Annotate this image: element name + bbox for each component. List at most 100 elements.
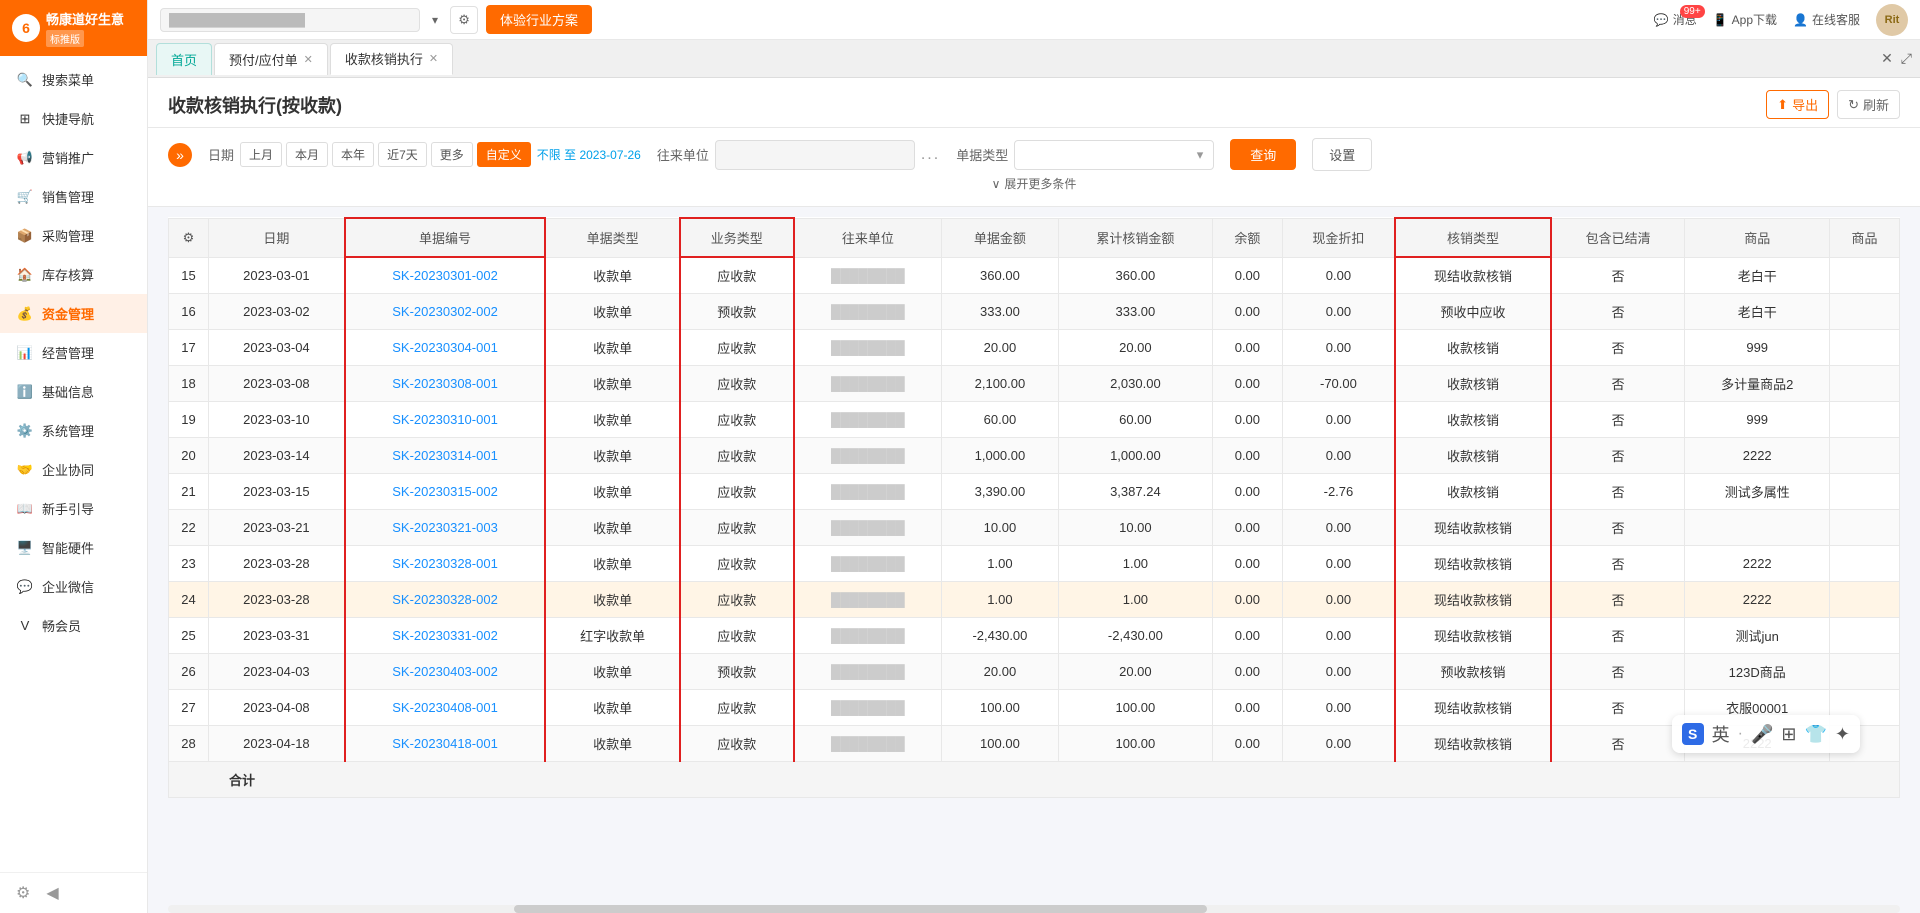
solution-btn[interactable]: 体验行业方案 [486, 5, 592, 34]
bill-link[interactable]: SK-20230304-001 [392, 340, 498, 355]
table-row: 21 2023-03-15 SK-20230315-002 收款单 应收款 ██… [169, 474, 1900, 510]
tab-prepay[interactable]: 预付/应付单 ✕ [214, 43, 328, 75]
sidebar-label-inventory: 库存核算 [42, 265, 94, 284]
th-verified: 累计核销金额 [1058, 218, 1212, 257]
sidebar-item-basic[interactable]: ℹ️基础信息 [0, 372, 147, 411]
bill-link[interactable]: SK-20230328-002 [392, 592, 498, 607]
expand-more-btn[interactable]: ∨ 展开更多条件 [992, 175, 1077, 192]
cell-counterpart: ████████ [794, 438, 942, 474]
cell-bill-no: SK-20230314-001 [345, 438, 545, 474]
sidebar-item-quick-nav[interactable]: ⊞快捷导航 [0, 99, 147, 138]
receipt-type-select[interactable]: ▾ [1014, 140, 1214, 170]
custom-date-btn[interactable]: 自定义 [477, 142, 531, 167]
cell-amount: 60.00 [942, 402, 1059, 438]
tab-prepay-close[interactable]: ✕ [304, 53, 313, 66]
tab-collection[interactable]: 收款核销执行 ✕ [330, 43, 453, 75]
service-btn[interactable]: 👤 在线客服 [1793, 11, 1860, 28]
cell-goods: 测试多属性 [1685, 474, 1830, 510]
bill-link[interactable]: SK-20230308-001 [392, 376, 498, 391]
sidebar-item-hardware[interactable]: 🖥️智能硬件 [0, 528, 147, 567]
address-bar[interactable]: ████████████████ [160, 8, 420, 32]
logo-text: 畅康道好生意 标推版 [46, 9, 124, 47]
this-year-btn[interactable]: 本年 [332, 142, 374, 167]
cell-no: 26 [169, 654, 209, 690]
cell-verified: 100.00 [1058, 690, 1212, 726]
avatar[interactable]: Rit [1876, 4, 1908, 36]
bill-link[interactable]: SK-20230315-002 [392, 484, 498, 499]
th-counterpart: 往来单位 [794, 218, 942, 257]
cell-amount: 20.00 [942, 330, 1059, 366]
query-btn[interactable]: 查询 [1230, 139, 1296, 170]
more-date-btn[interactable]: 更多 [431, 142, 473, 167]
sidebar-label-member: 畅会员 [42, 616, 81, 635]
cell-bill-no: SK-20230418-001 [345, 726, 545, 762]
cell-balance: 0.00 [1212, 654, 1282, 690]
date-label: 日期 [208, 145, 234, 164]
bill-link[interactable]: SK-20230403-002 [392, 664, 498, 679]
sidebar-icon-finance: 💰 [16, 305, 34, 323]
filter-expand-btn[interactable]: » [168, 143, 192, 167]
counterpart-input[interactable] [715, 140, 915, 170]
topbar-right: 💬 消息 99+ 📱 App下载 👤 在线客服 Rit [1654, 4, 1908, 36]
cell-biz-type: 应收款 [680, 546, 794, 582]
export-btn[interactable]: ⬆ 导出 [1766, 90, 1829, 119]
cell-amount: 100.00 [942, 726, 1059, 762]
tab-prepay-label: 预付/应付单 [229, 50, 298, 69]
sidebar-item-search-menu[interactable]: 🔍搜索菜单 [0, 60, 147, 99]
message-btn[interactable]: 💬 消息 99+ [1654, 11, 1697, 28]
table-row: 15 2023-03-01 SK-20230301-002 收款单 应收款 ██… [169, 257, 1900, 294]
bill-link[interactable]: SK-20230328-001 [392, 556, 498, 571]
dropdown-arrow[interactable]: ▾ [428, 13, 442, 27]
bill-link[interactable]: SK-20230301-002 [392, 268, 498, 283]
bill-link[interactable]: SK-20230321-003 [392, 520, 498, 535]
table-scroll-bar[interactable] [168, 905, 1900, 913]
cell-balance: 0.00 [1212, 366, 1282, 402]
sidebar-item-system[interactable]: ⚙️系统管理 [0, 411, 147, 450]
cell-counterpart: ████████ [794, 726, 942, 762]
maximize-btn[interactable]: ⤢ [1901, 50, 1912, 67]
sidebar-item-inventory[interactable]: 🏠库存核算 [0, 255, 147, 294]
sidebar-item-guide[interactable]: 📖新手引导 [0, 489, 147, 528]
last7days-btn[interactable]: 近7天 [378, 142, 427, 167]
sidebar-item-business[interactable]: 📊经营管理 [0, 333, 147, 372]
sidebar-item-sales[interactable]: 🛒销售管理 [0, 177, 147, 216]
sidebar-item-wechat[interactable]: 💬企业微信 [0, 567, 147, 606]
cell-amount: 3,390.00 [942, 474, 1059, 510]
cell-amount: 2,100.00 [942, 366, 1059, 402]
bill-link[interactable]: SK-20230314-001 [392, 448, 498, 463]
bill-link[interactable]: SK-20230331-002 [392, 628, 498, 643]
app-download-btn[interactable]: 📱 App下载 [1713, 11, 1777, 28]
sidebar-item-marketing[interactable]: 📢营销推广 [0, 138, 147, 177]
sidebar-item-purchase[interactable]: 📦采购管理 [0, 216, 147, 255]
sidebar-item-member[interactable]: V畅会员 [0, 606, 147, 645]
cell-bill-type: 收款单 [545, 474, 680, 510]
tab-collection-close[interactable]: ✕ [429, 52, 438, 65]
this-month-btn[interactable]: 本月 [286, 142, 328, 167]
settings-bottom-icon[interactable]: ⚙ [16, 883, 30, 903]
last-month-btn[interactable]: 上月 [240, 142, 282, 167]
close-tab-btn[interactable]: ✕ [1881, 50, 1893, 67]
refresh-btn[interactable]: ↻ 刷新 [1837, 90, 1900, 119]
th-discount: 现金折扣 [1282, 218, 1395, 257]
bill-link[interactable]: SK-20230418-001 [392, 736, 498, 751]
filter-expand-row: ∨ 展开更多条件 [168, 171, 1900, 196]
cell-bill-type: 红字收款单 [545, 618, 680, 654]
bill-link[interactable]: SK-20230408-001 [392, 700, 498, 715]
cell-amount: 1.00 [942, 546, 1059, 582]
cell-bill-no: SK-20230403-002 [345, 654, 545, 690]
th-settings[interactable]: ⚙ [169, 218, 209, 257]
bill-link[interactable]: SK-20230310-001 [392, 412, 498, 427]
sidebar-item-cooperation[interactable]: 🤝企业协同 [0, 450, 147, 489]
cell-goods2 [1830, 330, 1900, 366]
cell-goods2 [1830, 510, 1900, 546]
collapse-icon[interactable]: ◀ [46, 883, 58, 903]
topbar-settings-btn[interactable]: ⚙ [450, 6, 478, 34]
cell-goods: 123D商品 [1685, 654, 1830, 690]
tab-home[interactable]: 首页 [156, 43, 212, 75]
bill-link[interactable]: SK-20230302-002 [392, 304, 498, 319]
app-label: App下载 [1732, 11, 1777, 28]
filter-settings-btn[interactable]: 设置 [1312, 138, 1372, 171]
sidebar-item-finance[interactable]: 💰资金管理 [0, 294, 147, 333]
watermark-mic-icon: 🎤 [1751, 724, 1773, 745]
cell-goods2 [1830, 582, 1900, 618]
